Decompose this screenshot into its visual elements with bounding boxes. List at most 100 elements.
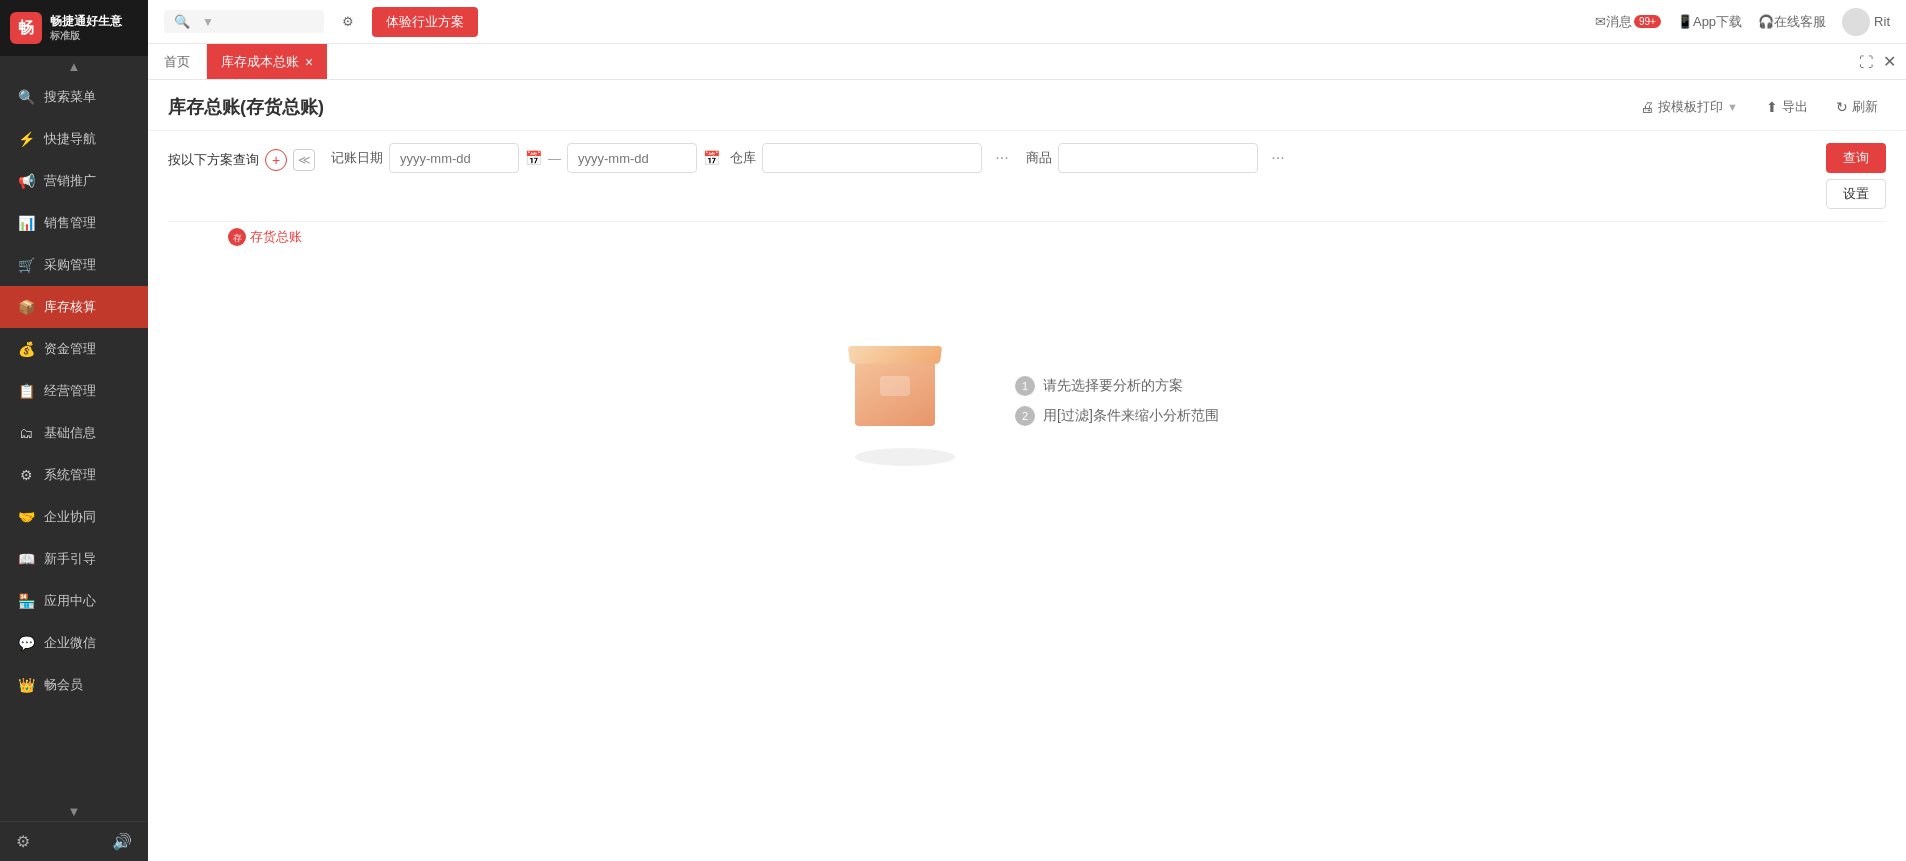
date-start-input[interactable] xyxy=(389,143,519,173)
sidebar-item-label: 经营管理 xyxy=(44,382,96,400)
panel-close-icon[interactable]: ✕ xyxy=(1883,52,1896,71)
tab-home-label: 首页 xyxy=(164,53,190,71)
sidebar-item-label: 资金管理 xyxy=(44,340,96,358)
finance-icon: 💰 xyxy=(16,339,36,359)
refresh-btn[interactable]: ↻ 刷新 xyxy=(1828,94,1886,120)
sidebar-item-label: 应用中心 xyxy=(44,592,96,610)
inventory-icon: 📦 xyxy=(16,297,36,317)
business-icon: 📋 xyxy=(16,381,36,401)
sidebar-item-basic[interactable]: 🗂 基础信息 xyxy=(0,412,148,454)
gear-icon: ⚙ xyxy=(342,14,354,29)
app-download-btn[interactable]: 📱 App下载 xyxy=(1677,13,1742,31)
date-label: 记账日期 xyxy=(331,149,383,167)
main-area: 🔍 ▼ ⚙ 体验行业方案 ✉ 消息 99+ 📱 App下载 🎧 在线客服 xyxy=(148,0,1906,861)
topbar-right: ✉ 消息 99+ 📱 App下载 🎧 在线客服 Rit xyxy=(1595,8,1890,36)
filter-add-btn[interactable]: + xyxy=(265,149,287,171)
dropdown-arrow-icon: ▼ xyxy=(202,15,214,29)
phone-icon: 📱 xyxy=(1677,14,1693,29)
date-end-input[interactable] xyxy=(567,143,697,173)
print-dropdown-icon: ▼ xyxy=(1727,101,1738,113)
sidebar-item-marketing[interactable]: 📢 营销推广 xyxy=(0,160,148,202)
panel-expand-icon[interactable]: ⛶ xyxy=(1859,54,1873,70)
goods-input[interactable] xyxy=(1058,143,1258,173)
footer-audio-icon[interactable]: 🔊 xyxy=(112,832,132,851)
guide-icon: 📖 xyxy=(16,549,36,569)
sub-filter-item[interactable]: 存 存货总账 xyxy=(228,228,302,246)
sidebar-item-search[interactable]: 🔍 搜索菜单 xyxy=(0,76,148,118)
sidebar-footer: ⚙ 🔊 xyxy=(0,821,148,861)
industry-btn[interactable]: 体验行业方案 xyxy=(372,7,478,37)
sidebar-item-corp[interactable]: 🤝 企业协同 xyxy=(0,496,148,538)
tab-active[interactable]: 库存成本总账 × xyxy=(207,44,327,79)
sidebar-item-purchase[interactable]: 🛒 采购管理 xyxy=(0,244,148,286)
sidebar-scroll-up[interactable]: ▲ xyxy=(0,56,148,76)
sidebar-scroll-down[interactable]: ▼ xyxy=(0,801,148,821)
sidebar-item-label: 企业微信 xyxy=(44,634,96,652)
sidebar-item-finance[interactable]: 💰 资金管理 xyxy=(0,328,148,370)
search-menu[interactable]: 🔍 ▼ xyxy=(164,10,324,33)
search-icon: 🔍 xyxy=(16,87,36,107)
sidebar-item-label: 搜索菜单 xyxy=(44,88,96,106)
sidebar-item-label: 畅会员 xyxy=(44,676,83,694)
calendar-end-icon[interactable]: 📅 xyxy=(703,150,720,166)
refresh-icon: ↻ xyxy=(1836,99,1848,115)
sidebar: 畅 畅捷通好生意 标准版 ▲ 🔍 搜索菜单 ⚡ 快捷导航 📢 营销推广 📊 销售… xyxy=(0,0,148,861)
message-btn[interactable]: ✉ 消息 99+ xyxy=(1595,13,1661,31)
empty-state: 1 请先选择要分析的方案 2 用[过滤]条件来缩小分析范围 xyxy=(148,256,1906,556)
goods-more-icon[interactable]: ··· xyxy=(1264,144,1292,172)
sidebar-item-guide[interactable]: 📖 新手引导 xyxy=(0,538,148,580)
export-icon: ⬆ xyxy=(1766,99,1778,115)
app-name: 畅捷通好生意 xyxy=(50,13,122,30)
sidebar-item-system[interactable]: ⚙ 系统管理 xyxy=(0,454,148,496)
sidebar-item-label: 系统管理 xyxy=(44,466,96,484)
empty-illustration xyxy=(835,336,975,476)
sidebar-item-label: 新手引导 xyxy=(44,550,96,568)
footer-settings-icon[interactable]: ⚙ xyxy=(16,832,30,851)
export-label: 导出 xyxy=(1782,98,1808,116)
sidebar-item-sales[interactable]: 📊 销售管理 xyxy=(0,202,148,244)
page-header: 库存总账(存货总账) 🖨 按模板打印 ▼ ⬆ 导出 ↻ 刷新 xyxy=(148,80,1906,131)
warehouse-label: 仓库 xyxy=(730,149,756,167)
sidebar-item-business[interactable]: 📋 经营管理 xyxy=(0,370,148,412)
filter-bar: 按以下方案查询 + ≪ 记账日期 📅 — 📅 xyxy=(148,131,1906,221)
sidebar-item-wechat[interactable]: 💬 企业微信 xyxy=(0,622,148,664)
print-btn[interactable]: 🖨 按模板打印 ▼ xyxy=(1632,94,1746,120)
user-menu[interactable]: Rit xyxy=(1842,8,1890,36)
tab-home[interactable]: 首页 xyxy=(148,44,207,79)
shortcut-icon: ⚡ xyxy=(16,129,36,149)
filter-fields: 记账日期 📅 — 📅 仓库 ··· 商 xyxy=(331,143,1810,173)
print-icon: 🖨 xyxy=(1640,99,1654,115)
online-support-btn[interactable]: 🎧 在线客服 xyxy=(1758,13,1826,31)
content: 库存总账(存货总账) 🖨 按模板打印 ▼ ⬆ 导出 ↻ 刷新 xyxy=(148,80,1906,861)
system-icon: ⚙ xyxy=(16,465,36,485)
logo-icon: 畅 xyxy=(10,12,42,44)
filter-toggle-btn[interactable]: ≪ xyxy=(293,149,315,171)
warehouse-more-icon[interactable]: ··· xyxy=(988,144,1016,172)
hint-num-2: 2 xyxy=(1015,406,1035,426)
sidebar-item-vip[interactable]: 👑 畅会员 xyxy=(0,664,148,706)
calendar-start-icon[interactable]: 📅 xyxy=(525,150,542,166)
query-btn[interactable]: 查询 xyxy=(1826,143,1886,173)
message-badge: 99+ xyxy=(1634,15,1661,28)
sidebar-item-appstore[interactable]: 🏪 应用中心 xyxy=(0,580,148,622)
settings-btn[interactable]: ⚙ xyxy=(332,6,364,38)
warehouse-filter-group: 仓库 ··· xyxy=(730,143,1016,173)
empty-box-body xyxy=(855,356,935,426)
marketing-icon: 📢 xyxy=(16,171,36,191)
settings-btn[interactable]: 设置 xyxy=(1826,179,1886,209)
export-btn[interactable]: ⬆ 导出 xyxy=(1758,94,1816,120)
tab-close-icon[interactable]: × xyxy=(305,54,313,70)
topbar: 🔍 ▼ ⚙ 体验行业方案 ✉ 消息 99+ 📱 App下载 🎧 在线客服 xyxy=(148,0,1906,44)
goods-label: 商品 xyxy=(1026,149,1052,167)
page-actions: 🖨 按模板打印 ▼ ⬆ 导出 ↻ 刷新 xyxy=(1632,94,1886,120)
vip-icon: 👑 xyxy=(16,675,36,695)
filter-actions: 查询 设置 xyxy=(1826,143,1886,209)
warehouse-input[interactable] xyxy=(762,143,982,173)
search-icon: 🔍 xyxy=(174,14,190,29)
sub-filter-row: 存 存货总账 xyxy=(148,222,1906,256)
basic-icon: 🗂 xyxy=(16,423,36,443)
sidebar-item-inventory[interactable]: 📦 库存核算 xyxy=(0,286,148,328)
empty-shadow xyxy=(855,448,955,466)
purchase-icon: 🛒 xyxy=(16,255,36,275)
sidebar-item-shortcut[interactable]: ⚡ 快捷导航 xyxy=(0,118,148,160)
